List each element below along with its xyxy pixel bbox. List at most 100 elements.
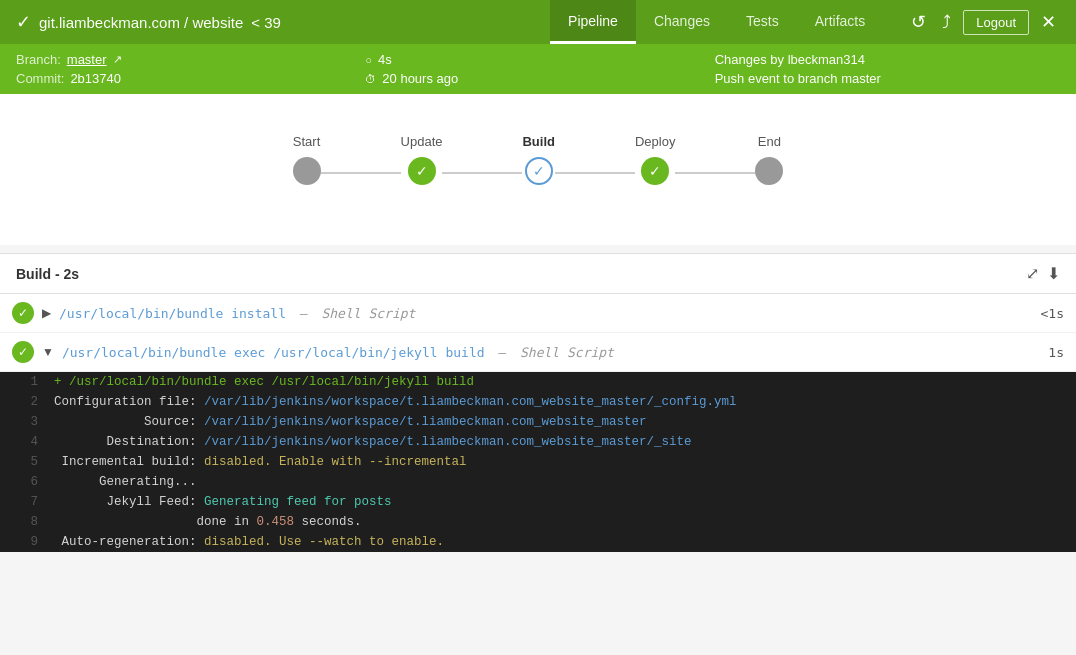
tab-tests[interactable]: Tests <box>728 0 797 44</box>
stage-start: Start <box>293 134 321 185</box>
term-linenum-5: 5 <box>0 452 50 472</box>
stage-end-label: End <box>758 134 781 149</box>
term-linenum-9: 9 <box>0 532 50 552</box>
term-content-5: Incremental build: disabled. Enable with… <box>50 452 1076 472</box>
repo-title: git.liambeckman.com / website <box>39 14 243 31</box>
download-log-button[interactable]: ⬇ <box>1047 264 1060 283</box>
term-linenum-6: 6 <box>0 472 50 492</box>
term-line-8: 8 done in 0.458 seconds. <box>0 512 1076 532</box>
open-log-button[interactable]: ⤢ <box>1026 264 1039 283</box>
pipeline-area: Start Update ✓ Build ✓ Deploy ✓ End <box>0 94 1076 245</box>
stage-deploy-circle: ✓ <box>641 157 669 185</box>
tab-artifacts[interactable]: Artifacts <box>797 0 884 44</box>
term-content-2: Configuration file: /var/lib/jenkins/wor… <box>50 392 1076 412</box>
term-segment: /var/lib/jenkins/workspace/t.liambeckman… <box>204 435 692 449</box>
commit-label: Commit: <box>16 71 64 86</box>
cmd-1-type: Shell Script <box>321 306 415 321</box>
duration-value: 4s <box>378 52 392 67</box>
cmd-2-separator: — <box>498 345 514 360</box>
term-line-1: 1+ /usr/local/bin/bundle exec /usr/local… <box>0 372 1076 392</box>
term-segment: Generating... <box>54 475 197 489</box>
stage-update-label: Update <box>401 134 443 149</box>
commit-row: Commit: 2b13740 <box>16 71 361 86</box>
stage-deploy-label: Deploy <box>635 134 675 149</box>
header: ✓ git.liambeckman.com / website < 39 Pip… <box>0 0 1076 44</box>
stage-build-circle: ✓ <box>525 157 553 185</box>
term-line-6: 6 Generating... <box>0 472 1076 492</box>
term-content-8: done in 0.458 seconds. <box>50 512 1076 532</box>
stage-build-label: Build <box>522 134 555 149</box>
refresh-button[interactable]: ↺ <box>907 7 930 37</box>
time-row: ⏱ 20 hours ago <box>365 71 710 86</box>
stage-deploy: Deploy ✓ <box>635 134 675 185</box>
term-segment: seconds. <box>294 515 362 529</box>
check-icon: ✓ <box>16 11 31 33</box>
term-segment: Jekyll Feed: <box>54 495 204 509</box>
connector-4 <box>675 172 755 174</box>
header-actions: ↺ ⤴ Logout ✕ <box>907 7 1060 37</box>
term-segment: Auto-regeneration: <box>54 535 204 549</box>
commit-value: 2b13740 <box>70 71 121 86</box>
stage-start-label: Start <box>293 134 320 149</box>
term-segment: Configuration file: <box>54 395 204 409</box>
cmd-1-expand[interactable]: ▶ <box>42 306 51 320</box>
time-ago: 20 hours ago <box>382 71 458 86</box>
main-nav: Pipeline Changes Tests Artifacts <box>550 0 883 44</box>
term-line-7: 7 Jekyll Feed: Generating feed for posts <box>0 492 1076 512</box>
cmd-1-duration: <1s <box>1041 306 1064 321</box>
term-segment: + /usr/local/bin/bundle exec /usr/local/… <box>54 375 474 389</box>
logout-button[interactable]: Logout <box>963 10 1029 35</box>
tab-changes[interactable]: Changes <box>636 0 728 44</box>
log-section: Build - 2s ⤢ ⬇ ✓ ▶ /usr/local/bin/bundle… <box>0 253 1076 552</box>
cmd-2-text: /usr/local/bin/bundle exec /usr/local/bi… <box>62 345 1040 360</box>
term-line-9: 9 Auto-regeneration: disabled. Use --wat… <box>0 532 1076 552</box>
connector-2 <box>442 172 522 174</box>
term-line-3: 3 Source: /var/lib/jenkins/workspace/t.l… <box>0 412 1076 432</box>
term-line-2: 2Configuration file: /var/lib/jenkins/wo… <box>0 392 1076 412</box>
cmd-1-status: ✓ <box>12 302 34 324</box>
term-segment: Generating feed for posts <box>204 495 392 509</box>
close-button[interactable]: ✕ <box>1037 7 1060 37</box>
term-content-3: Source: /var/lib/jenkins/workspace/t.lia… <box>50 412 1076 432</box>
term-segment: Destination: <box>54 435 204 449</box>
cmd-2-duration: 1s <box>1048 345 1064 360</box>
term-content-6: Generating... <box>50 472 1076 492</box>
info-bar: Branch: master ↗ Commit: 2b13740 ○ 4s ⏱ … <box>0 44 1076 94</box>
cmd-2-expand[interactable]: ▼ <box>42 345 54 359</box>
changes-row: Changes by lbeckman314 <box>715 52 1060 67</box>
term-segment: 0.458 <box>257 515 295 529</box>
clock-icon: ⏱ <box>365 73 376 85</box>
term-line-5: 5 Incremental build: disabled. Enable wi… <box>0 452 1076 472</box>
branch-value[interactable]: master <box>67 52 107 67</box>
log-title: Build - 2s <box>16 266 79 282</box>
term-line-4: 4 Destination: /var/lib/jenkins/workspac… <box>0 432 1076 452</box>
changes-text: Changes by lbeckman314 <box>715 52 865 67</box>
cmd-2-status: ✓ <box>12 341 34 363</box>
cmd-2-type: Shell Script <box>520 345 614 360</box>
term-segment: disabled. Enable with --incremental <box>204 455 467 469</box>
term-linenum-8: 8 <box>0 512 50 532</box>
cmd-1-path: /usr/local/bin/bundle install <box>59 306 286 321</box>
stage-update: Update ✓ <box>401 134 443 185</box>
term-linenum-4: 4 <box>0 432 50 452</box>
term-segment: /var/lib/jenkins/workspace/t.liambeckman… <box>204 415 647 429</box>
duration-row: ○ 4s <box>365 52 710 67</box>
push-event-row: Push event to branch master <box>715 71 1060 86</box>
build-number: < 39 <box>251 14 281 31</box>
stage-start-circle <box>293 157 321 185</box>
terminal-output: 1+ /usr/local/bin/bundle exec /usr/local… <box>0 372 1076 552</box>
log-actions: ⤢ ⬇ <box>1026 264 1060 283</box>
term-linenum-3: 3 <box>0 412 50 432</box>
term-linenum-7: 7 <box>0 492 50 512</box>
branch-label: Branch: <box>16 52 61 67</box>
term-content-1: + /usr/local/bin/bundle exec /usr/local/… <box>50 372 1076 392</box>
export-button[interactable]: ⤴ <box>938 8 955 37</box>
stage-end: End <box>755 134 783 185</box>
term-segment: done in <box>54 515 257 529</box>
command-row-2: ✓ ▼ /usr/local/bin/bundle exec /usr/loca… <box>0 333 1076 372</box>
tab-pipeline[interactable]: Pipeline <box>550 0 636 44</box>
command-row-1: ✓ ▶ /usr/local/bin/bundle install — Shel… <box>0 294 1076 333</box>
term-linenum-2: 2 <box>0 392 50 412</box>
term-content-4: Destination: /var/lib/jenkins/workspace/… <box>50 432 1076 452</box>
term-segment: Source: <box>54 415 204 429</box>
